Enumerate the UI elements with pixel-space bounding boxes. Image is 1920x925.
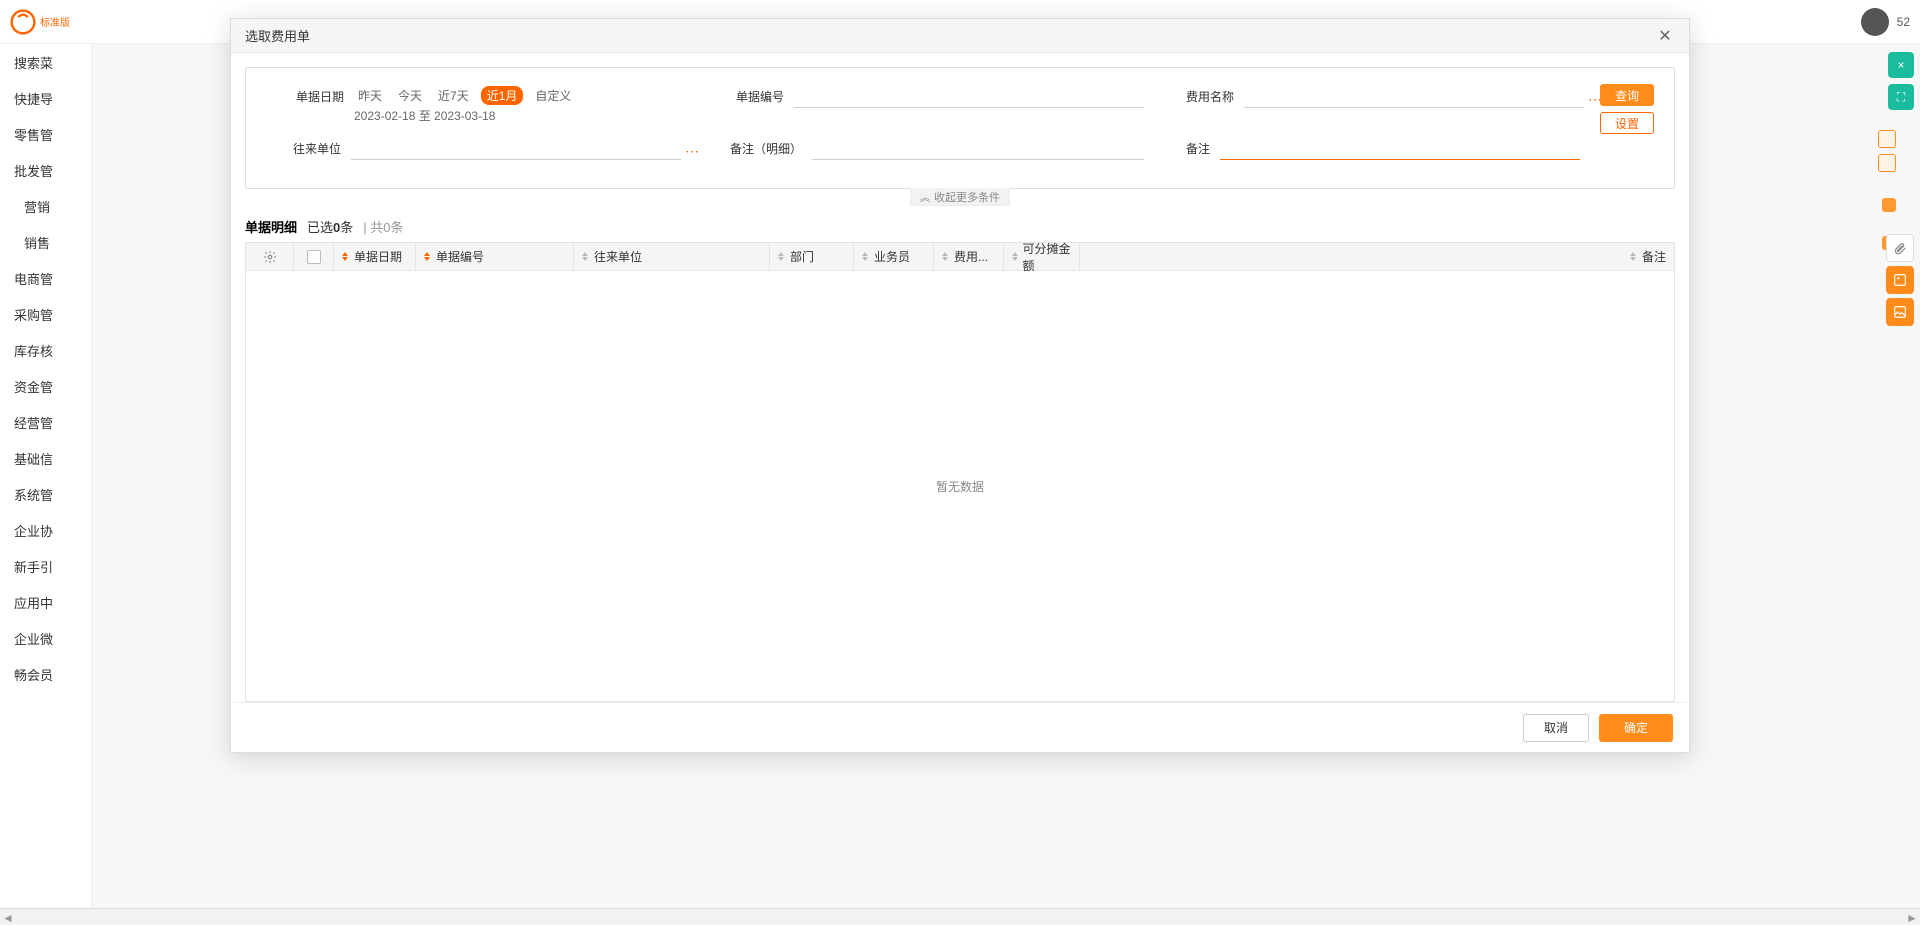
col-feename[interactable]: 费用... — [934, 243, 1004, 270]
sidebar-item-14[interactable]: 新手引 — [0, 548, 91, 584]
collapse-more-conditions[interactable]: ︽ 收起更多条件 — [910, 188, 1010, 206]
table-settings-icon[interactable] — [246, 243, 294, 270]
sidebar-item-10[interactable]: 经营管 — [0, 404, 91, 440]
col-contact-label: 往来单位 — [594, 248, 642, 265]
image-icon[interactable] — [1886, 266, 1914, 294]
fee-name-input[interactable] — [1244, 86, 1584, 108]
filter-label-remark-detail: 备注（明细） — [730, 138, 802, 157]
sidebar-item-15[interactable]: 应用中 — [0, 584, 91, 620]
detail-selected-prefix: 已选 — [307, 220, 333, 235]
doc-no-input[interactable] — [794, 86, 1144, 108]
select-all-checkbox[interactable] — [294, 243, 334, 270]
sidebar-item-4[interactable]: 营销 — [0, 188, 91, 224]
detail-table: 单据日期 单据编号 往来单位 部门 — [245, 242, 1675, 702]
filter-label-docno: 单据编号 — [730, 86, 784, 105]
remark-detail-input[interactable] — [812, 138, 1144, 160]
col-dept[interactable]: 部门 — [770, 243, 854, 270]
date-preset-0[interactable]: 昨天 — [354, 86, 386, 105]
col-docno-label: 单据编号 — [436, 248, 484, 265]
sidebar-item-11[interactable]: 基础信 — [0, 440, 91, 476]
bg-pill-2[interactable] — [1878, 154, 1896, 172]
close-icon[interactable]: ✕ — [1655, 26, 1675, 46]
select-expense-bill-dialog: 选取费用单 ✕ 单据日期 昨天今天近7天近1月自定义 2023-02-18 至 … — [230, 18, 1690, 753]
date-preset-1[interactable]: 今天 — [394, 86, 426, 105]
filter-label-date: 单据日期 — [290, 86, 344, 105]
col-docno[interactable]: 单据编号 — [416, 243, 574, 270]
cancel-button[interactable]: 取消 — [1523, 714, 1589, 742]
table-header: 单据日期 单据编号 往来单位 部门 — [246, 243, 1674, 271]
col-biz[interactable]: 业务员 — [854, 243, 934, 270]
contact-input[interactable] — [351, 138, 681, 160]
col-remark-label: 备注 — [1642, 248, 1666, 265]
sidebar-item-17[interactable]: 畅会员 — [0, 656, 91, 692]
collapse-label: 收起更多条件 — [934, 189, 1000, 205]
sidebar-item-2[interactable]: 零售管 — [0, 116, 91, 152]
sidebar-item-9[interactable]: 资金管 — [0, 368, 91, 404]
dialog-footer: 取消 确定 — [231, 702, 1689, 752]
date-presets: 昨天今天近7天近1月自定义 — [354, 86, 575, 105]
col-alloc[interactable]: 可分摊金额 — [1004, 243, 1080, 270]
sidebar: 搜索菜快捷导零售管批发管营销销售电商管采购管库存核资金管经营管基础信系统管企业协… — [0, 44, 92, 924]
sidebar-item-1[interactable]: 快捷导 — [0, 80, 91, 116]
avatar[interactable] — [1861, 8, 1889, 36]
filter-panel: 单据日期 昨天今天近7天近1月自定义 2023-02-18 至 2023-03-… — [245, 67, 1675, 189]
detail-selected: 已选0条 — [307, 217, 353, 236]
col-remark[interactable]: 备注 — [1080, 243, 1674, 270]
scroll-left-icon[interactable]: ◄ — [2, 911, 14, 923]
bg-pill-1[interactable] — [1878, 130, 1896, 148]
col-date[interactable]: 单据日期 — [334, 243, 416, 270]
sidebar-item-6[interactable]: 电商管 — [0, 260, 91, 296]
detail-selected-suffix: 条 — [340, 220, 353, 235]
bg-horizontal-scrollbar[interactable]: ◄ ► — [0, 908, 1920, 924]
table-empty: 暂无数据 — [246, 271, 1674, 701]
attachment-icon[interactable] — [1886, 234, 1914, 262]
sidebar-item-3[interactable]: 批发管 — [0, 152, 91, 188]
image-icon-2[interactable] — [1886, 298, 1914, 326]
bg-badge-1[interactable] — [1882, 198, 1896, 212]
date-range-text: 2023-02-18 至 2023-03-18 — [354, 107, 575, 124]
sidebar-item-12[interactable]: 系统管 — [0, 476, 91, 512]
date-preset-3[interactable]: 近1月 — [481, 86, 524, 105]
date-preset-4[interactable]: 自定义 — [531, 86, 575, 105]
bg-action-1[interactable]: × — [1888, 52, 1914, 78]
empty-text: 暂无数据 — [936, 478, 984, 495]
scroll-right-icon[interactable]: ► — [1906, 911, 1918, 923]
sidebar-item-5[interactable]: 销售 — [0, 224, 91, 260]
sidebar-item-8[interactable]: 库存核 — [0, 332, 91, 368]
detail-total-text: 共0条 — [370, 220, 403, 235]
detail-total: | 共0条 — [363, 217, 403, 236]
col-alloc-label: 可分摊金额 — [1022, 240, 1071, 274]
sidebar-item-7[interactable]: 采购管 — [0, 296, 91, 332]
confirm-button[interactable]: 确定 — [1599, 714, 1673, 742]
dialog-title: 选取费用单 — [245, 26, 310, 45]
contact-more-icon[interactable]: ⋯ — [685, 143, 700, 160]
detail-header: 单据明细 已选0条 | 共0条 — [245, 217, 1675, 236]
filter-label-feename: 费用名称 — [1180, 86, 1234, 105]
logo-text: 标准版 — [40, 14, 70, 29]
col-date-label: 单据日期 — [354, 248, 402, 265]
filter-label-contact: 往来单位 — [290, 138, 341, 157]
sidebar-item-13[interactable]: 企业协 — [0, 512, 91, 548]
query-button[interactable]: 查询 — [1600, 84, 1654, 106]
col-contact[interactable]: 往来单位 — [574, 243, 770, 270]
sidebar-item-0[interactable]: 搜索菜 — [0, 44, 91, 80]
app-logo: 标准版 — [10, 7, 92, 37]
col-dept-label: 部门 — [790, 248, 814, 265]
remark-input[interactable] — [1220, 138, 1580, 160]
date-preset-2[interactable]: 近7天 — [434, 86, 473, 105]
chevron-up-icon: ︽ — [920, 189, 930, 204]
sidebar-item-16[interactable]: 企业微 — [0, 620, 91, 656]
bg-action-2[interactable]: ⛶ — [1888, 84, 1914, 110]
logo-icon — [10, 9, 36, 35]
col-feename-label: 费用... — [954, 248, 988, 265]
detail-title: 单据明细 — [245, 217, 297, 236]
dialog-header: 选取费用单 ✕ — [231, 19, 1689, 53]
settings-button[interactable]: 设置 — [1600, 112, 1654, 134]
filter-label-remark: 备注 — [1180, 138, 1210, 157]
col-biz-label: 业务员 — [874, 248, 910, 265]
user-suffix: 52 — [1897, 15, 1910, 29]
